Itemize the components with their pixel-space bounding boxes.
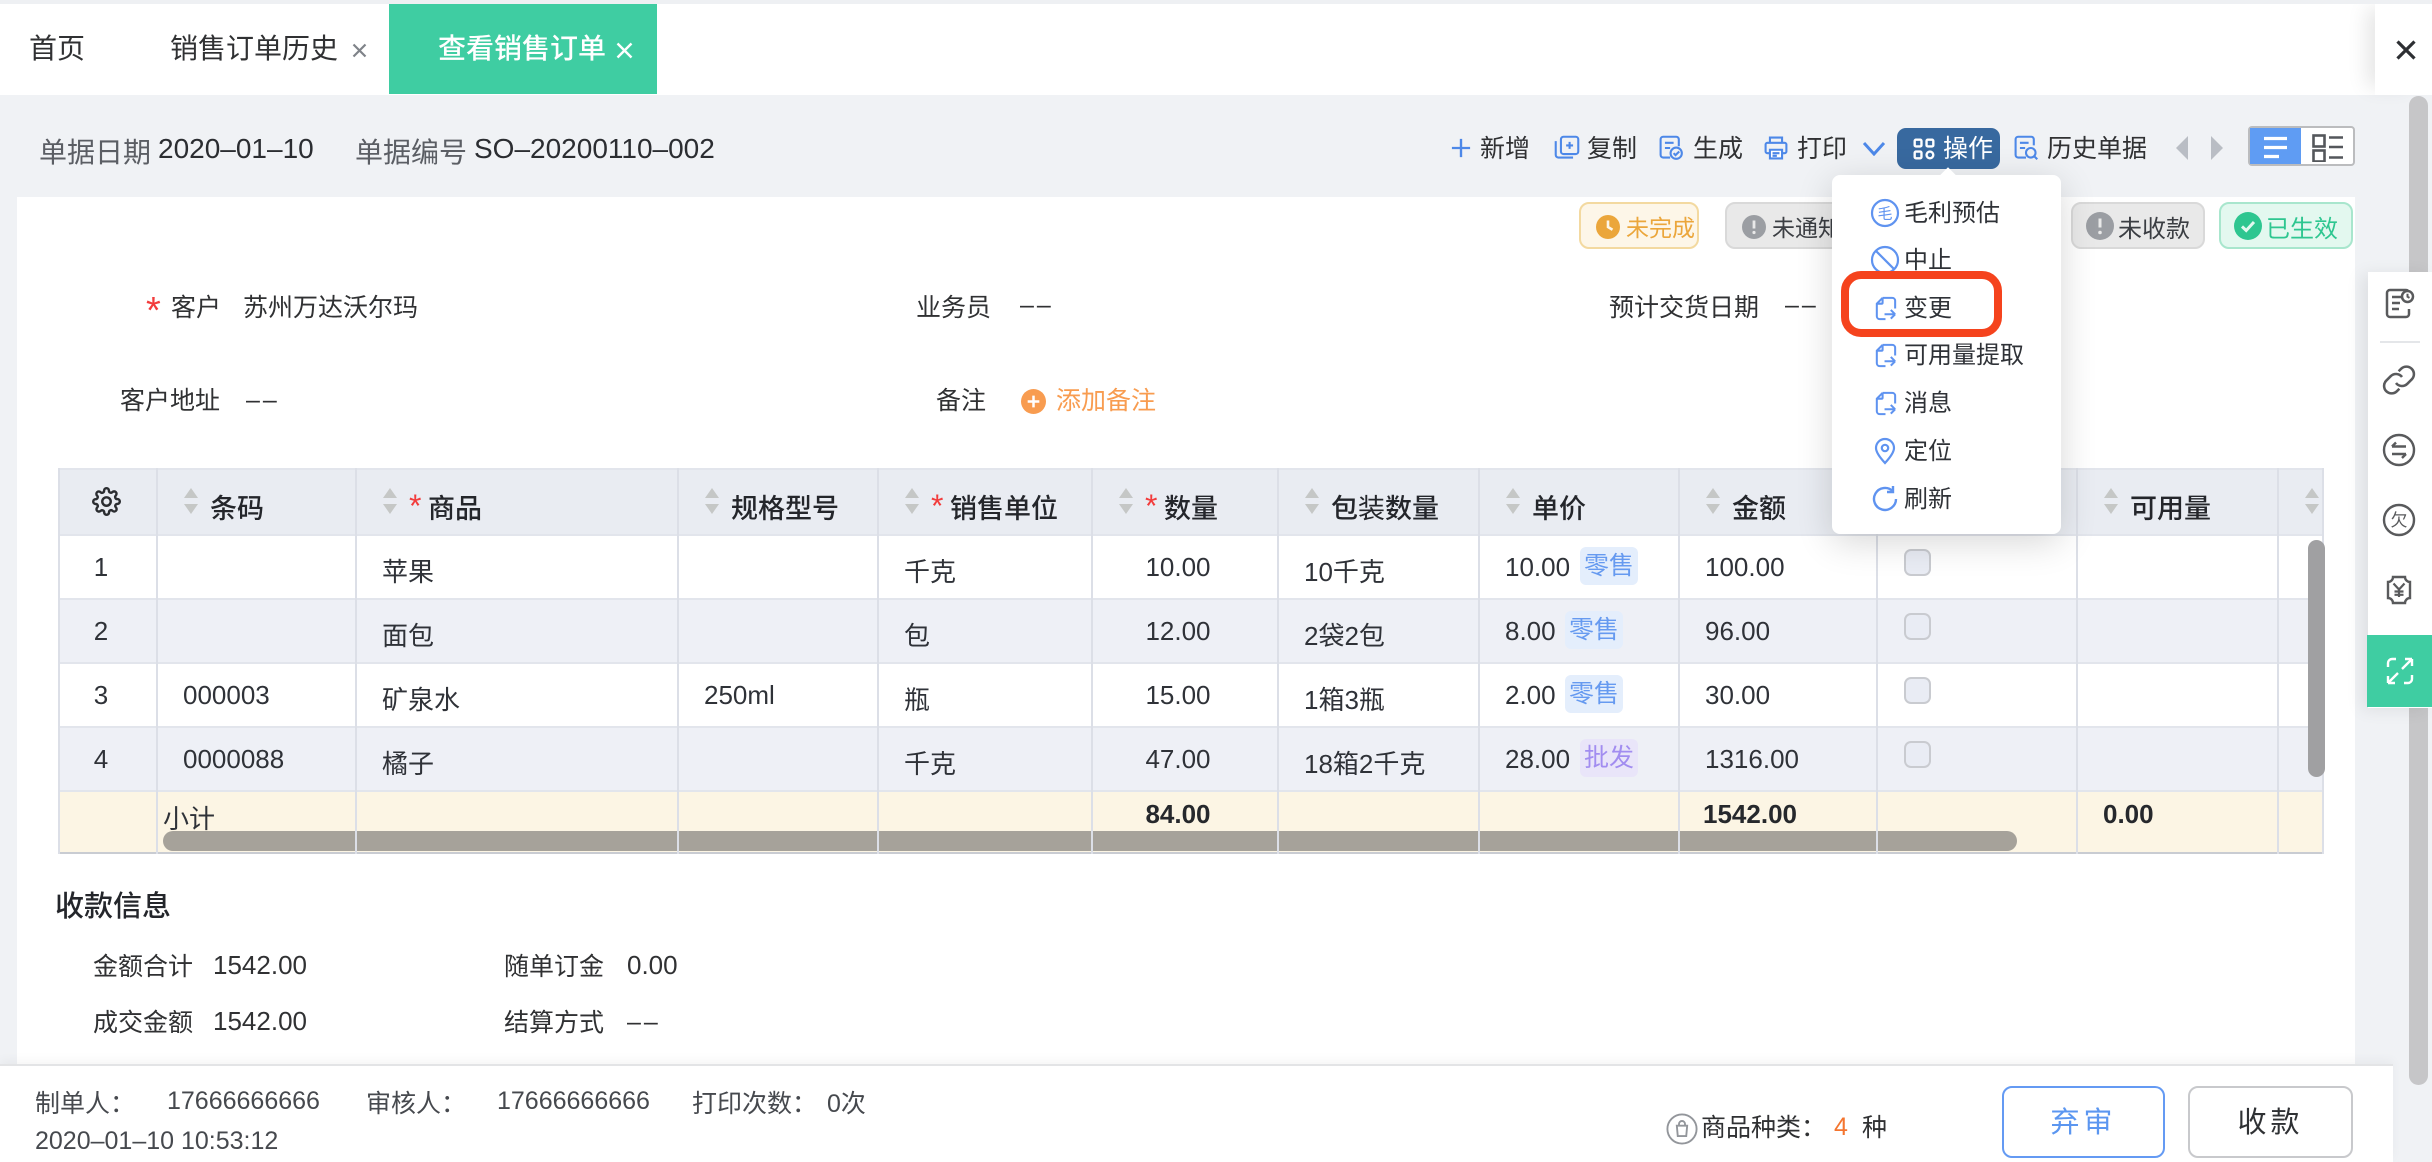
svg-text:欠: 欠 bbox=[2391, 506, 2408, 531]
svg-text:毛: 毛 bbox=[1877, 203, 1892, 224]
